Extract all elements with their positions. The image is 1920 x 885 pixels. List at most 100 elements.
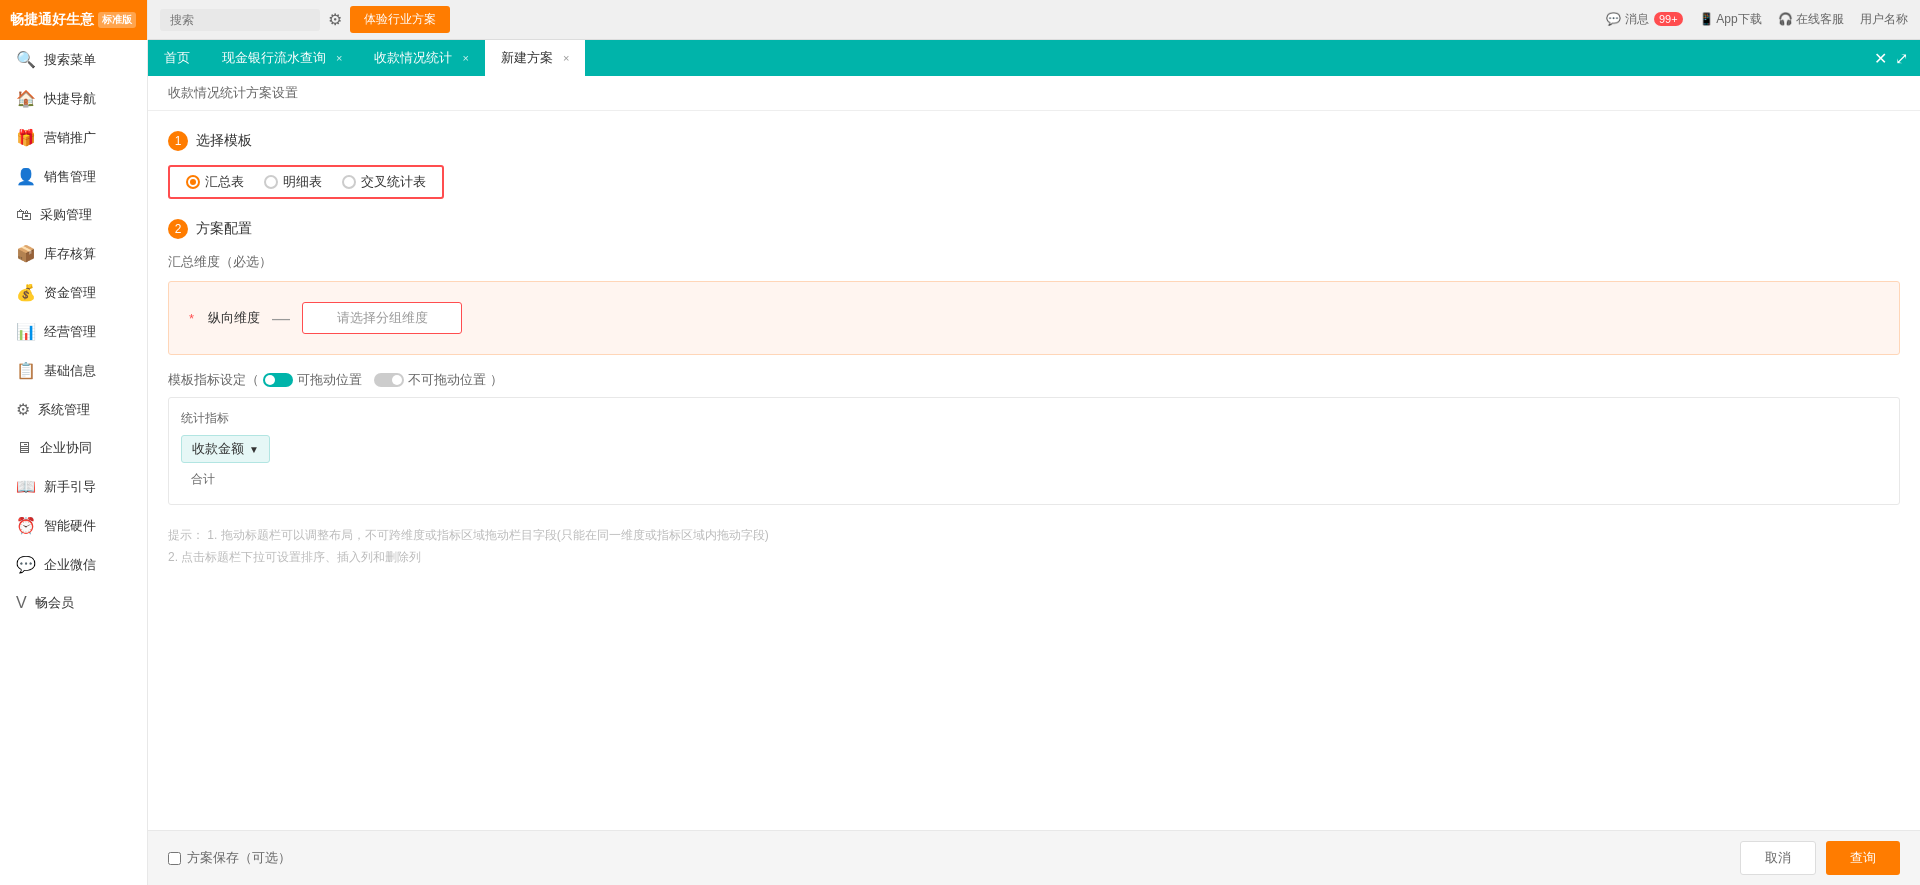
sidebar-item-cooperation[interactable]: 🖥 企业协同 xyxy=(0,429,147,467)
arrow-icon: — xyxy=(272,308,290,329)
member-icon: V xyxy=(16,594,27,612)
radio-summary-circle xyxy=(186,175,200,189)
sidebar-item-sales[interactable]: 👤 销售管理 xyxy=(0,157,147,196)
message-link[interactable]: 💬 消息 99+ xyxy=(1606,11,1682,28)
sidebar-item-purchase[interactable]: 🛍 采购管理 xyxy=(0,196,147,234)
step2-block: 2 方案配置 汇总维度（必选） * 纵向维度 — 请选择分组维度 模板指标设定（ xyxy=(168,219,1900,568)
save-option: 方案保存（可选） xyxy=(168,849,291,867)
save-checkbox[interactable] xyxy=(168,852,181,865)
sidebar-item-system[interactable]: ⚙ 系统管理 xyxy=(0,390,147,429)
tab-bar: 首页 现金银行流水查询 × 收款情况统计 × 新建方案 × ✕ ⤢ xyxy=(148,40,1920,76)
bottom-bar: 方案保存（可选） 取消 查询 xyxy=(148,830,1920,885)
sidebar-item-finance[interactable]: 💰 资金管理 xyxy=(0,273,147,312)
step1-title: 1 选择模板 xyxy=(168,131,1900,151)
query-button[interactable]: 查询 xyxy=(1826,841,1900,875)
radio-cross-circle xyxy=(342,175,356,189)
sidebar-item-label: 智能硬件 xyxy=(44,517,96,535)
book-icon: 📖 xyxy=(16,477,36,496)
dropdown-icon: ▼ xyxy=(249,444,259,455)
online-service-link[interactable]: 🎧 在线客服 xyxy=(1778,11,1844,28)
radio-summary-label: 汇总表 xyxy=(205,173,244,191)
sidebar-item-quick-nav[interactable]: 🏠 快捷导航 xyxy=(0,79,147,118)
close-bank-tab[interactable]: × xyxy=(336,52,342,64)
form-area: 1 选择模板 汇总表 明细表 交叉统计表 xyxy=(148,111,1920,830)
sidebar-item-marketing[interactable]: 🎁 营销推广 xyxy=(0,118,147,157)
indicator-section: 统计指标 收款金额 ▼ 合计 xyxy=(168,397,1900,505)
content-area: 收款情况统计方案设置 1 选择模板 汇总表 明细表 xyxy=(148,76,1920,885)
tab-home[interactable]: 首页 xyxy=(148,40,206,76)
sidebar-item-inventory[interactable]: 📦 库存核算 xyxy=(0,234,147,273)
gear-icon[interactable]: ⚙ xyxy=(328,10,342,29)
topbar-left: ⚙ 体验行业方案 xyxy=(160,6,450,33)
sidebar-item-member[interactable]: V 畅会员 xyxy=(0,584,147,622)
template-radio-group: 汇总表 明细表 交叉统计表 xyxy=(168,165,444,199)
hints-area: 提示： 1. 拖动标题栏可以调整布局，不可跨维度或指标区域拖动栏目字段(只能在同… xyxy=(168,525,1900,568)
dimension-area: * 纵向维度 — 请选择分组维度 xyxy=(168,281,1900,355)
topbar-right: 💬 消息 99+ 📱 App下载 🎧 在线客服 用户名称 xyxy=(1606,11,1908,28)
radio-summary[interactable]: 汇总表 xyxy=(186,173,244,191)
app-download-link[interactable]: 📱 App下载 xyxy=(1699,11,1762,28)
sidebar: 畅捷通好生意 标准版 🔍 搜索菜单 🏠 快捷导航 🎁 营销推广 👤 销售管理 🛍… xyxy=(0,0,148,885)
window-controls: ✕ ⤢ xyxy=(1862,49,1920,68)
maximize-window-icon[interactable]: ⤢ xyxy=(1895,49,1908,68)
vertical-dim-label: 纵向维度 xyxy=(208,309,260,327)
bottom-buttons: 取消 查询 xyxy=(1740,841,1900,875)
tab-collection[interactable]: 收款情况统计 × xyxy=(358,40,484,76)
step1-num: 1 xyxy=(168,131,188,151)
sidebar-item-guide[interactable]: 📖 新手引导 xyxy=(0,467,147,506)
settings-icon: ⚙ xyxy=(16,400,30,419)
purchase-icon: 🛍 xyxy=(16,206,32,224)
step2-num: 2 xyxy=(168,219,188,239)
version-badge: 标准版 xyxy=(98,12,136,28)
sidebar-item-label: 资金管理 xyxy=(44,284,96,302)
sidebar-logo: 畅捷通好生意 标准版 xyxy=(0,0,147,40)
close-collection-tab[interactable]: × xyxy=(462,52,468,64)
radio-cross-label: 交叉统计表 xyxy=(361,173,426,191)
search-icon: 🔍 xyxy=(16,50,36,69)
sidebar-item-label: 系统管理 xyxy=(38,401,90,419)
indicator-setting-label: 模板指标设定（ 可拖动位置 不可拖动位置 ） xyxy=(168,371,1900,389)
indicator-sub-total: 合计 xyxy=(181,467,1887,492)
hint-line1: 提示： 1. 拖动标题栏可以调整布局，不可跨维度或指标区域拖动栏目字段(只能在同… xyxy=(168,525,1900,547)
radio-detail-label: 明细表 xyxy=(283,173,322,191)
sidebar-item-label: 销售管理 xyxy=(44,168,96,186)
tab-bank[interactable]: 现金银行流水查询 × xyxy=(206,40,358,76)
radio-detail-circle xyxy=(264,175,278,189)
dimension-section-label: 汇总维度（必选） xyxy=(168,253,1900,271)
step1-label: 选择模板 xyxy=(196,132,252,150)
page-header: 收款情况统计方案设置 xyxy=(148,76,1920,111)
chart-icon: 📊 xyxy=(16,322,36,341)
non-draggable-indicator: 不可拖动位置 xyxy=(374,371,486,389)
cancel-button[interactable]: 取消 xyxy=(1740,841,1816,875)
sidebar-item-operation[interactable]: 📊 经营管理 xyxy=(0,312,147,351)
step1-block: 1 选择模板 汇总表 明细表 交叉统计表 xyxy=(168,131,1900,199)
dim-select-button[interactable]: 请选择分组维度 xyxy=(302,302,462,334)
close-window-icon[interactable]: ✕ xyxy=(1874,49,1887,68)
draggable-indicator: 可拖动位置 xyxy=(263,371,362,389)
step2-title: 2 方案配置 xyxy=(168,219,1900,239)
sidebar-item-basic[interactable]: 📋 基础信息 xyxy=(0,351,147,390)
sidebar-item-label: 搜索菜单 xyxy=(44,51,96,69)
industry-btn[interactable]: 体验行业方案 xyxy=(350,6,450,33)
sidebar-item-label: 库存核算 xyxy=(44,245,96,263)
tab-new-plan[interactable]: 新建方案 × xyxy=(485,40,585,76)
chat-icon: 💬 xyxy=(16,555,36,574)
radio-detail[interactable]: 明细表 xyxy=(264,173,322,191)
required-asterisk: * xyxy=(189,311,194,326)
sidebar-item-search[interactable]: 🔍 搜索菜单 xyxy=(0,40,147,79)
message-badge: 99+ xyxy=(1654,12,1683,26)
indicator-tag-amount[interactable]: 收款金额 ▼ xyxy=(181,435,270,463)
dimension-row: * 纵向维度 — 请选择分组维度 xyxy=(189,302,1879,334)
sidebar-item-label: 经营管理 xyxy=(44,323,96,341)
gift-icon: 🎁 xyxy=(16,128,36,147)
username-display: 用户名称 xyxy=(1860,11,1908,28)
sidebar-item-label: 基础信息 xyxy=(44,362,96,380)
search-input[interactable] xyxy=(160,9,320,31)
topbar: ⚙ 体验行业方案 💬 消息 99+ 📱 App下载 🎧 在线客服 用户名称 xyxy=(148,0,1920,40)
sidebar-item-wechat[interactable]: 💬 企业微信 xyxy=(0,545,147,584)
stat-indicator-title: 统计指标 xyxy=(181,410,1887,427)
radio-cross[interactable]: 交叉统计表 xyxy=(342,173,426,191)
sidebar-item-hardware[interactable]: ⏰ 智能硬件 xyxy=(0,506,147,545)
close-new-plan-tab[interactable]: × xyxy=(563,52,569,64)
logo-text: 畅捷通好生意 xyxy=(10,11,94,29)
